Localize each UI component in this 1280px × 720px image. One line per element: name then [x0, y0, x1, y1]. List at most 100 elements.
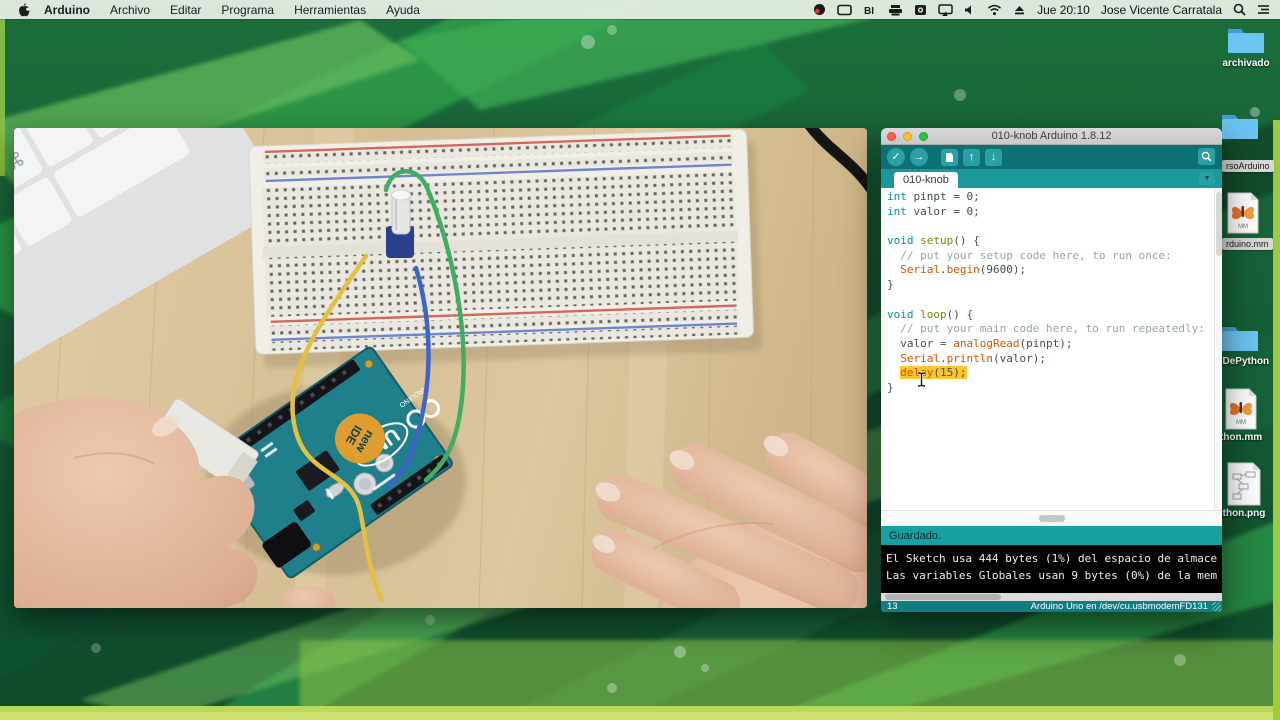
- mirroring-icon[interactable]: [938, 3, 953, 16]
- printer-icon[interactable]: [888, 4, 903, 16]
- code-line[interactable]: int valor = 0;: [887, 205, 1222, 220]
- desktop-icon-label: thon.mm: [1219, 432, 1263, 443]
- code-token: analogRead: [953, 336, 1020, 350]
- status-message-bar: Guardado.: [881, 526, 1222, 545]
- desktop-icon-label[interactable]: rsoArduino: [1222, 160, 1274, 172]
- menu-user-name[interactable]: Jose Vicente Carratala: [1101, 3, 1222, 17]
- scrollbar-thumb[interactable]: [1216, 192, 1222, 256]
- code-token: // put your main code here, to run repea…: [900, 322, 1205, 336]
- scrollbar-thumb[interactable]: [885, 594, 1001, 600]
- desktop-icon-archivado[interactable]: archivado: [1222, 24, 1270, 69]
- code-line[interactable]: [887, 219, 1222, 234]
- code-line[interactable]: delay(15);: [887, 366, 1222, 381]
- search-icon[interactable]: [1233, 3, 1246, 16]
- code-line[interactable]: void setup() {: [887, 234, 1222, 249]
- desktop-icon-cursoarduino[interactable]: [1218, 110, 1262, 142]
- code-token: .: [940, 263, 947, 277]
- console-scrollbar[interactable]: [881, 593, 1222, 601]
- menu-herramientas[interactable]: Herramientas: [284, 3, 376, 17]
- desktop-icon-arduino-mm[interactable]: MM: [1226, 192, 1260, 234]
- tab-dropdown-button[interactable]: ▼: [1199, 172, 1215, 185]
- desktop-icon-python-mm[interactable]: MM thon.mm: [1220, 388, 1262, 443]
- menu-programa[interactable]: Programa: [211, 3, 284, 17]
- breadboard: [248, 128, 762, 368]
- tab-010-knob[interactable]: 010-knob: [894, 172, 958, 188]
- code-token: () {: [946, 307, 974, 321]
- menu-editar[interactable]: Editar: [160, 3, 211, 17]
- save-button[interactable]: ↓: [985, 148, 1002, 166]
- code-line[interactable]: void loop() {: [887, 308, 1222, 323]
- serial-monitor-button[interactable]: [1198, 148, 1215, 165]
- code-line[interactable]: int pinpt = 0;: [887, 190, 1222, 205]
- ide-titlebar[interactable]: 010-knob Arduino 1.8.12: [881, 128, 1222, 145]
- recorder-icon[interactable]: [813, 3, 826, 16]
- code-line[interactable]: // put your main code here, to run repea…: [887, 322, 1222, 337]
- code-line[interactable]: // put your setup code here, to run once…: [887, 249, 1222, 264]
- build-console[interactable]: El Sketch usa 444 bytes (1%) del espacio…: [881, 545, 1222, 593]
- code-token: pinpt = 0;: [906, 190, 980, 203]
- code-token: loop: [920, 307, 947, 321]
- code-line[interactable]: }: [887, 381, 1222, 396]
- svg-text:MM: MM: [1238, 224, 1248, 230]
- mindmap-file-icon: MM: [1227, 192, 1259, 234]
- verify-button[interactable]: ✓: [887, 148, 905, 166]
- code-token: void: [887, 234, 914, 248]
- code-line[interactable]: Serial.println(valor);: [887, 352, 1222, 367]
- menu-ayuda[interactable]: Ayuda: [376, 3, 430, 17]
- menu-archivo[interactable]: Archivo: [100, 3, 160, 17]
- eject-icon[interactable]: [1013, 4, 1026, 16]
- desktop-icon-python-png[interactable]: thon.png: [1223, 462, 1265, 519]
- apple-menu-icon[interactable]: [12, 2, 34, 17]
- resize-grip[interactable]: [1212, 602, 1221, 611]
- code-line[interactable]: [887, 293, 1222, 308]
- ide-toolbar: ✓ → ↑ ↓: [881, 145, 1222, 169]
- code-token: int: [887, 204, 907, 218]
- folder-icon: [1222, 115, 1258, 139]
- scrollbar-thumb[interactable]: [1039, 515, 1065, 522]
- upload-button[interactable]: →: [910, 148, 928, 166]
- webcam-video-window[interactable]: cmd ⌘: [14, 128, 867, 608]
- desktop-icon-cursodepython[interactable]: soDePython: [1211, 322, 1269, 367]
- code-token: void: [887, 307, 914, 321]
- display-icon[interactable]: [837, 4, 852, 16]
- code-line[interactable]: }: [887, 278, 1222, 293]
- new-sketch-button[interactable]: [941, 148, 958, 166]
- arduino-desk-scene: cmd ⌘: [14, 128, 867, 608]
- status-message: Guardado.: [889, 529, 941, 542]
- arduino-ide-window[interactable]: 010-knob Arduino 1.8.12 ✓ → ↑ ↓ 010-knob…: [881, 128, 1222, 612]
- menu-arduino[interactable]: Arduino: [34, 3, 100, 17]
- code-editor[interactable]: int pinpt = 0; int valor = 0; void setup(…: [881, 188, 1222, 510]
- code-token: }: [887, 380, 894, 394]
- code-token: Serial: [900, 263, 940, 277]
- code-token: Serial: [900, 351, 940, 365]
- code-line[interactable]: Serial.begin(9600);: [887, 263, 1222, 278]
- console-line: Las variables Globales usan 9 bytes (0%)…: [886, 569, 1218, 582]
- camera-icon[interactable]: [914, 4, 927, 16]
- code-token: valor = 0;: [906, 204, 980, 218]
- board-port-label: Arduino Uno en /dev/cu.usbmodemFD131: [1030, 601, 1208, 612]
- magnifier-icon: [1201, 151, 1212, 162]
- code-token: valor =: [887, 336, 954, 350]
- editor-horizontal-scrollbar[interactable]: [881, 510, 1222, 526]
- volume-icon[interactable]: [964, 4, 976, 16]
- window-title: 010-knob Arduino 1.8.12: [991, 130, 1112, 142]
- svg-text:MM: MM: [1236, 420, 1246, 426]
- desktop-screen: Arduino Archivo Editar Programa Herramie…: [0, 0, 1280, 720]
- editor-vertical-scrollbar[interactable]: [1214, 188, 1222, 510]
- bi-icon[interactable]: BI: [863, 4, 877, 16]
- image-file-icon: [1227, 462, 1261, 506]
- code-line[interactable]: valor = analogRead(pinpt);: [887, 337, 1222, 352]
- desktop-icon-label[interactable]: rduino.mm: [1222, 238, 1273, 250]
- open-button[interactable]: ↑: [963, 148, 980, 166]
- list-icon[interactable]: [1257, 4, 1270, 15]
- ibeam-cursor: [916, 371, 927, 393]
- wifi-icon[interactable]: [987, 4, 1002, 16]
- menu-clock[interactable]: Jue 20:10: [1037, 3, 1090, 17]
- code-token: .: [940, 351, 947, 365]
- code-token: println: [946, 351, 993, 365]
